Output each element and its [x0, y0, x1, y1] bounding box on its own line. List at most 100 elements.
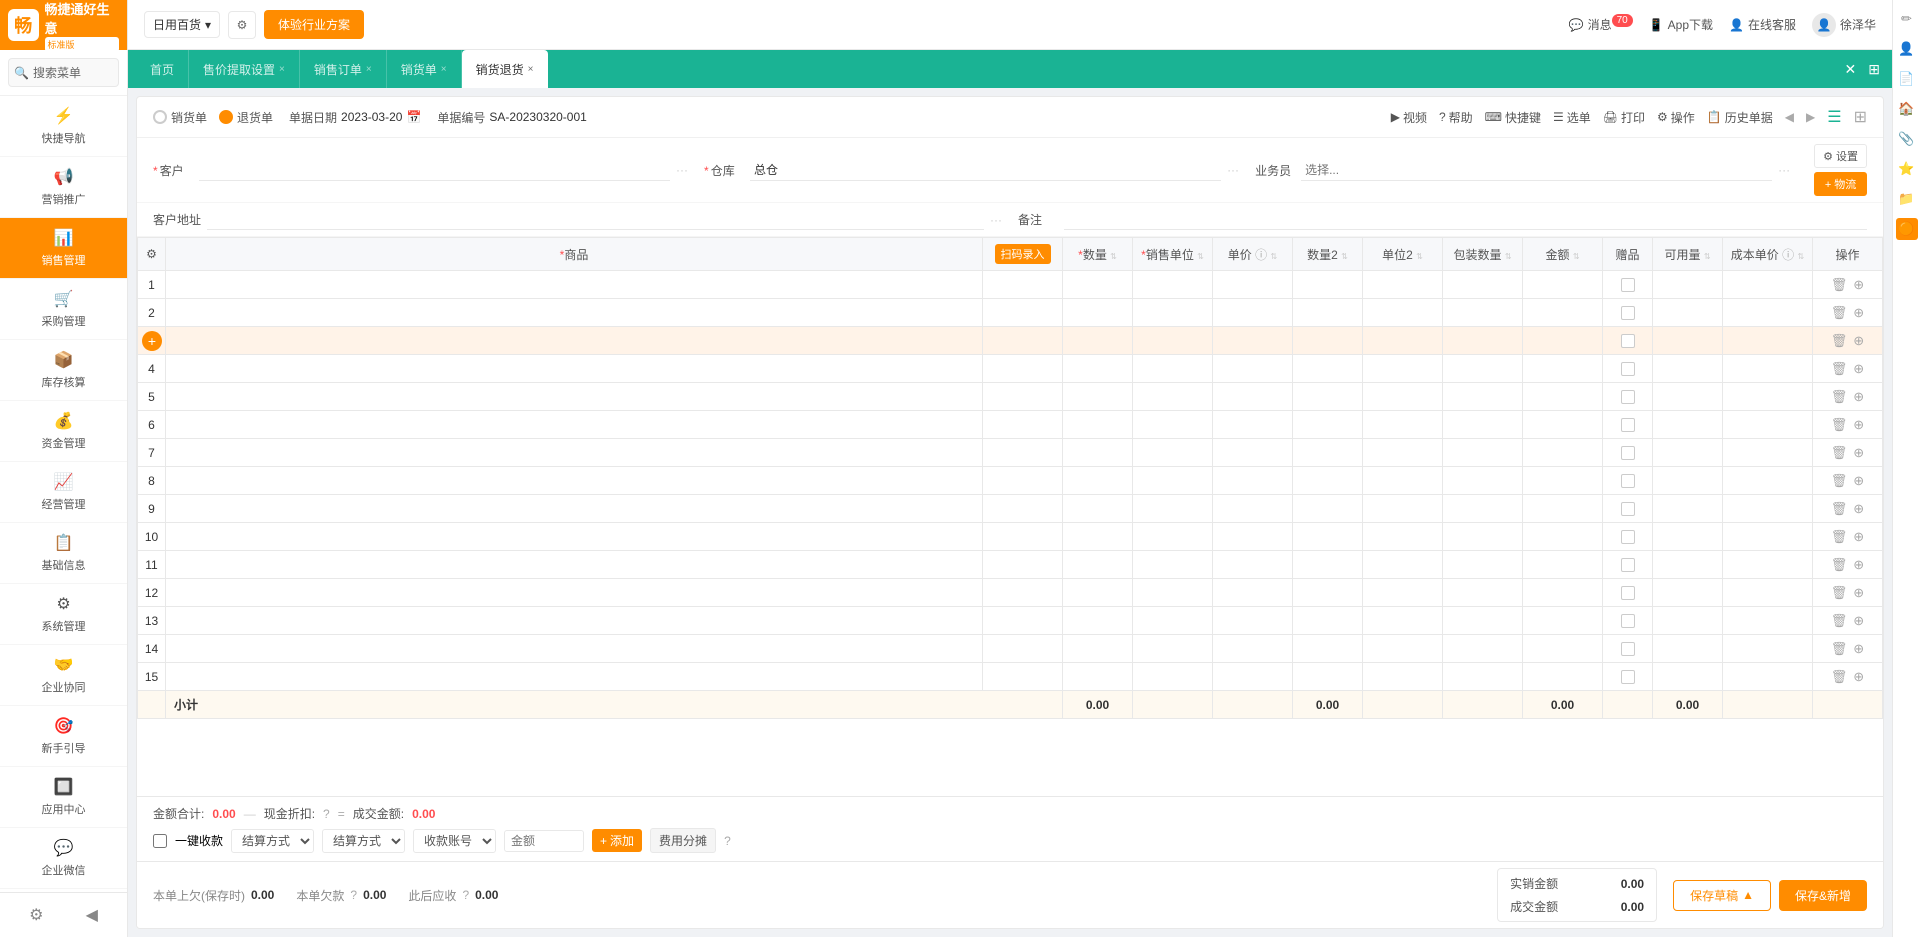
warehouse-input[interactable]	[750, 160, 1221, 181]
gift-cell-14[interactable]	[1603, 635, 1653, 663]
product-cell-14[interactable]	[166, 635, 983, 663]
gift-cell-10[interactable]	[1603, 523, 1653, 551]
unit-cell-1[interactable]	[1133, 271, 1213, 299]
tab-sales-order[interactable]: 销售订单 ×	[300, 50, 387, 88]
qty-cell-11[interactable]	[1063, 551, 1133, 579]
collapse-sidebar-icon[interactable]: ◀	[82, 901, 102, 929]
copy-row-3-icon[interactable]: ⊕	[1853, 333, 1864, 349]
copy-row-11-icon[interactable]: ⊕	[1853, 557, 1864, 573]
cost-cell-15[interactable]	[1723, 663, 1813, 691]
amount-cell-2[interactable]	[1523, 299, 1603, 327]
pkg-cell-2[interactable]	[1443, 299, 1523, 327]
message-button[interactable]: 💬 消息 70	[1569, 16, 1633, 33]
avail-cell-3[interactable]	[1653, 327, 1723, 355]
app-download-button[interactable]: 📱 App下载	[1649, 16, 1713, 33]
unit2-cell-6[interactable]	[1363, 411, 1443, 439]
pkg-cell-13[interactable]	[1443, 607, 1523, 635]
sidebar-item-sales[interactable]: 📊 销售管理	[0, 218, 127, 279]
copy-row-12-icon[interactable]: ⊕	[1853, 585, 1864, 601]
settings-side-button[interactable]: ⚙ 设置	[1814, 144, 1867, 168]
sidebar-item-purchase[interactable]: 🛒 采购管理	[0, 279, 127, 340]
address-input[interactable]	[207, 209, 984, 230]
scan-barcode-button[interactable]: 扫码录入	[995, 244, 1051, 264]
staff-input[interactable]	[1301, 160, 1772, 181]
cost-cell-11[interactable]	[1723, 551, 1813, 579]
copy-row-2-icon[interactable]: ⊕	[1853, 305, 1864, 321]
product-cell-12[interactable]	[166, 579, 983, 607]
product-cell-3[interactable]	[166, 327, 983, 355]
price-cell-5[interactable]	[1213, 383, 1293, 411]
unit2-cell-11[interactable]	[1363, 551, 1443, 579]
pkg-cell-8[interactable]	[1443, 467, 1523, 495]
unit-cell-14[interactable]	[1133, 635, 1213, 663]
gift-cell-11[interactable]	[1603, 551, 1653, 579]
price-cell-14[interactable]	[1213, 635, 1293, 663]
print-button[interactable]: 🖨 打印	[1603, 109, 1645, 126]
delete-row-4-icon[interactable]: 🗑	[1831, 361, 1848, 377]
save-draft-button[interactable]: 保存草稿 ▲	[1673, 880, 1771, 911]
unit2-cell-5[interactable]	[1363, 383, 1443, 411]
unit2-cell-9[interactable]	[1363, 495, 1443, 523]
tab-close-return[interactable]: ×	[528, 64, 534, 75]
calendar-icon[interactable]: 📅	[406, 110, 421, 124]
unit2-cell-14[interactable]	[1363, 635, 1443, 663]
gift-cell-5[interactable]	[1603, 383, 1653, 411]
qty2-cell-4[interactable]	[1293, 355, 1363, 383]
close-all-tabs-button[interactable]: ✕	[1841, 57, 1861, 82]
unit-cell-5[interactable]	[1133, 383, 1213, 411]
qty-cell-12[interactable]	[1063, 579, 1133, 607]
avail-cell-7[interactable]	[1653, 439, 1723, 467]
copy-row-6-icon[interactable]: ⊕	[1853, 417, 1864, 433]
qty-cell-6[interactable]	[1063, 411, 1133, 439]
avail-cell-9[interactable]	[1653, 495, 1723, 523]
avail-cell-6[interactable]	[1653, 411, 1723, 439]
unit2-cell-15[interactable]	[1363, 663, 1443, 691]
gift-check-3[interactable]	[1621, 334, 1635, 348]
qty-cell-9[interactable]	[1063, 495, 1133, 523]
product-cell-15[interactable]	[166, 663, 983, 691]
gift-check-4[interactable]	[1621, 362, 1635, 376]
unit2-cell-4[interactable]	[1363, 355, 1443, 383]
grid-view-icon[interactable]: ⊞	[1854, 107, 1867, 127]
unit2-cell-3[interactable]	[1363, 327, 1443, 355]
cost-cell-1[interactable]	[1723, 271, 1813, 299]
tab-home[interactable]: 首页	[136, 50, 189, 88]
copy-row-14-icon[interactable]: ⊕	[1853, 641, 1864, 657]
product-cell-7[interactable]	[166, 439, 983, 467]
price-cell-8[interactable]	[1213, 467, 1293, 495]
product-cell-4[interactable]	[166, 355, 983, 383]
sidebar-item-quicknav[interactable]: ⚡ 快捷导航	[0, 96, 127, 157]
delete-row-1-icon[interactable]: 🗑	[1831, 277, 1848, 293]
logistics-side-button[interactable]: + 物流	[1814, 172, 1867, 196]
price-cell-9[interactable]	[1213, 495, 1293, 523]
price-cell-1[interactable]	[1213, 271, 1293, 299]
unit2-cell-7[interactable]	[1363, 439, 1443, 467]
unit-cell-12[interactable]	[1133, 579, 1213, 607]
right-panel-star-icon[interactable]: ⭐	[1896, 158, 1918, 180]
cost-cell-3[interactable]	[1723, 327, 1813, 355]
product-cell-2[interactable]	[166, 299, 983, 327]
online-service-button[interactable]: 👤 在线客服	[1729, 16, 1796, 33]
prev-record-icon[interactable]: ◀	[1785, 110, 1794, 124]
unit-cell-13[interactable]	[1133, 607, 1213, 635]
qty2-cell-10[interactable]	[1293, 523, 1363, 551]
gift-cell-12[interactable]	[1603, 579, 1653, 607]
payment-amount-input[interactable]	[504, 830, 584, 852]
cost-cell-14[interactable]	[1723, 635, 1813, 663]
amount-cell-6[interactable]	[1523, 411, 1603, 439]
sidebar-item-basicinfo[interactable]: 📋 基础信息	[0, 523, 127, 584]
gift-cell-2[interactable]	[1603, 299, 1653, 327]
right-panel-active-icon[interactable]: 🟠	[1896, 218, 1918, 240]
tab-price-setting[interactable]: 售价提取设置 ×	[189, 50, 300, 88]
product-cell-10[interactable]	[166, 523, 983, 551]
help-button[interactable]: ? 帮助	[1439, 109, 1473, 126]
delete-row-3-icon[interactable]: 🗑	[1831, 333, 1848, 349]
gift-check-15[interactable]	[1621, 670, 1635, 684]
amount-cell-14[interactable]	[1523, 635, 1603, 663]
tab-sales-return[interactable]: 销货退货 ×	[462, 50, 549, 88]
qty2-cell-14[interactable]	[1293, 635, 1363, 663]
save-new-button[interactable]: 保存&新增	[1779, 880, 1867, 911]
pkg-cell-7[interactable]	[1443, 439, 1523, 467]
pkg-cell-6[interactable]	[1443, 411, 1523, 439]
price-cell-4[interactable]	[1213, 355, 1293, 383]
